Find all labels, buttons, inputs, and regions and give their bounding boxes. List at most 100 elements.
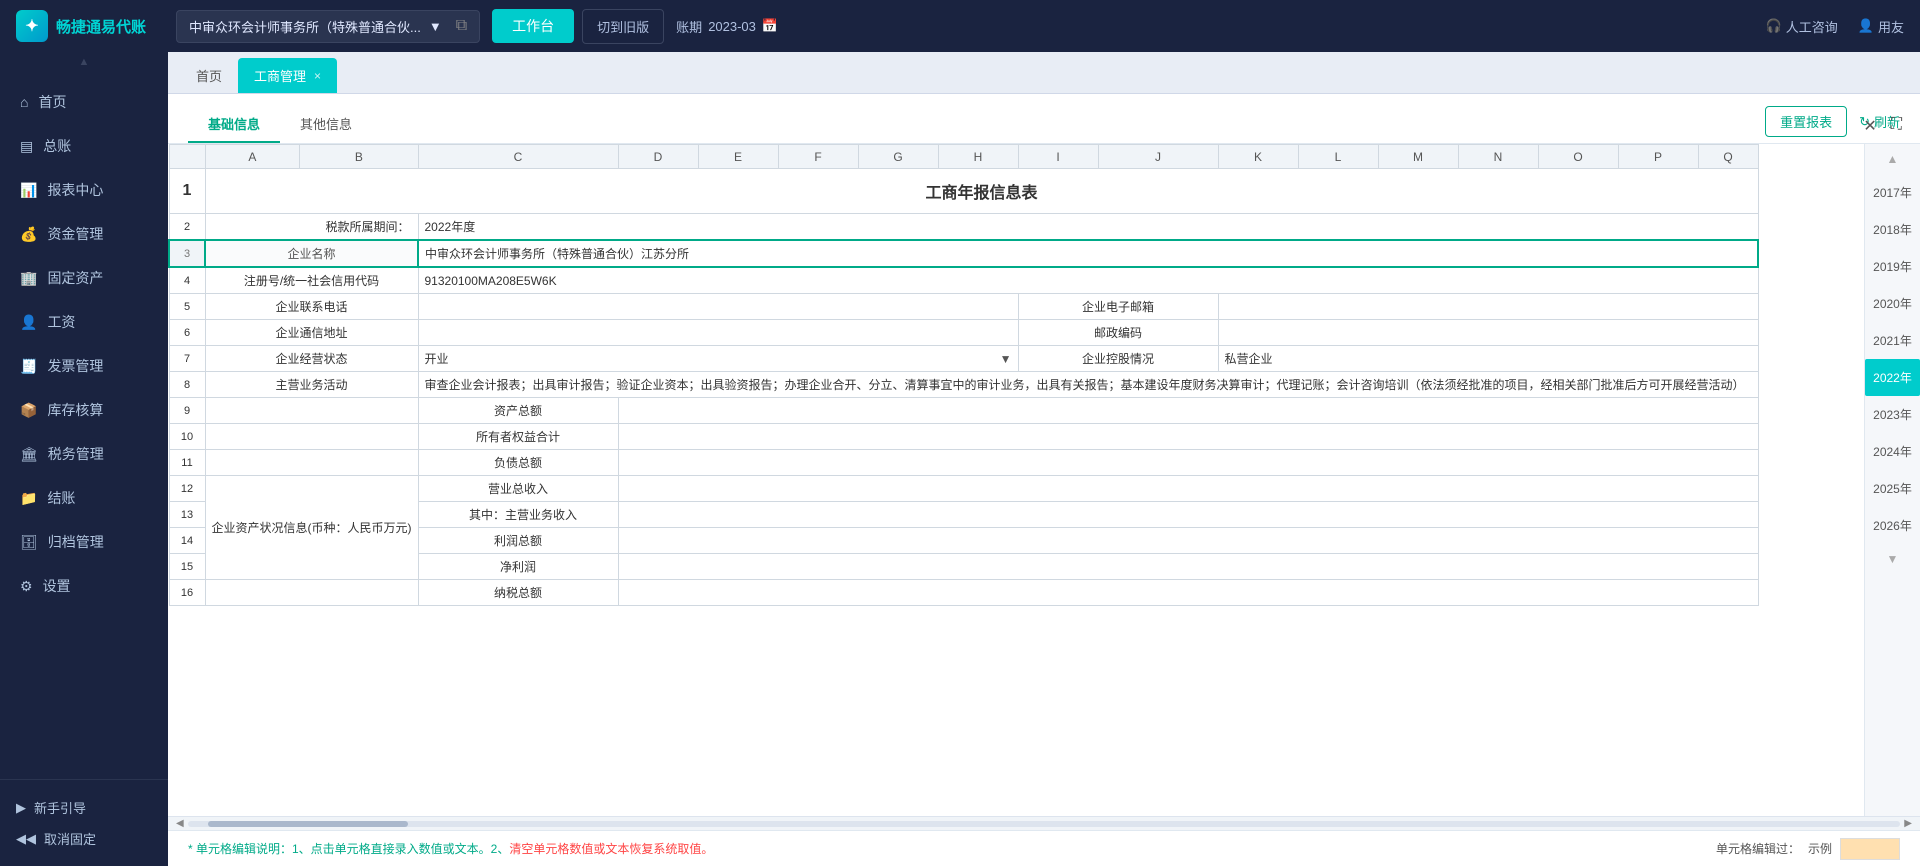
tab-business-mgmt[interactable]: 工商管理 × [238,58,337,93]
year-item-2023[interactable]: 2023年 [1865,396,1920,433]
spreadsheet-table: A B C D E F G H I J K L [168,144,1759,606]
status-dropdown-icon[interactable]: ▼ [1000,352,1012,366]
expand-window-button[interactable]: ⛶ [1885,114,1908,138]
scroll-track[interactable] [188,821,1901,827]
company-selector[interactable]: 中审众环会计师事务所（特殊普通合伙... ▼ ⧉ [176,10,480,43]
sidebar-label-tax-mgmt: 税务管理 [48,444,104,464]
year-item-2026[interactable]: 2026年 [1865,507,1920,544]
year-item-2025[interactable]: 2025年 [1865,470,1920,507]
bottom-scrollbar[interactable]: ◀ ▶ [168,816,1920,830]
row2-value[interactable]: 2022年度 [418,214,1758,241]
app-name: 畅捷通易代账 [56,16,146,37]
year-item-2024[interactable]: 2024年 [1865,433,1920,470]
close-window-button[interactable]: ✕ [1857,114,1882,138]
year-item-2017[interactable]: 2017年 [1865,174,1920,211]
general-ledger-icon: ▤ [20,138,33,155]
row3-value[interactable]: 中审众环会计师事务所（特殊普通合伙）江苏分所 [418,240,1758,267]
row10-equity-value[interactable] [618,424,1758,450]
year-down-arrow[interactable]: ▼ [1887,552,1899,566]
row9-asset-value[interactable] [618,398,1758,424]
window-controls: ✕ ⛶ [1845,104,1920,148]
row5-email-value[interactable] [1218,294,1758,320]
tab-bar: 首页 工商管理 × [168,52,1920,94]
reset-report-button[interactable]: 重置报表 [1765,106,1847,137]
row-num-8: 8 [169,372,205,398]
sidebar-item-general-ledger[interactable]: ▤ 总账 [0,124,168,168]
spreadsheet-container[interactable]: A B C D E F G H I J K L [168,144,1864,816]
sidebar-item-tax-mgmt[interactable]: 🏛 税务管理 [0,432,168,476]
sidebar-label-general-ledger: 总账 [43,136,71,156]
row7-status-value[interactable]: 开业 ▼ [418,346,1018,372]
back-icon: ◀◀ [16,831,36,847]
year-item-2022[interactable]: 2022年 [1865,359,1920,396]
year-item-2018[interactable]: 2018年 [1865,211,1920,248]
row-num-10: 10 [169,424,205,450]
col-header-q: Q [1698,145,1758,169]
period-value: 2023-03 [708,19,756,34]
row16-tax-value[interactable] [618,580,1758,606]
row7-holding-label: 企业控股情况 [1018,346,1218,372]
sidebar-item-invoice-mgmt[interactable]: 🧾 发票管理 [0,344,168,388]
row5-phone-value[interactable] [418,294,1018,320]
row15-net-profit-value[interactable] [618,554,1758,580]
row13-main-revenue-value[interactable] [618,502,1758,528]
cancel-fix-btn[interactable]: ◀◀ 取消固定 [16,823,152,854]
row6-address-value[interactable] [418,320,1018,346]
sub-tab-other-info[interactable]: 其他信息 [280,106,372,143]
report-icon: 📊 [20,182,37,199]
year-item-2019[interactable]: 2019年 [1865,248,1920,285]
row5-label: 企业联系电话 [205,294,418,320]
sidebar-item-settings[interactable]: ⚙ 设置 [0,564,168,608]
year-item-2021[interactable]: 2021年 [1865,322,1920,359]
sub-tab-basic-info[interactable]: 基础信息 [188,106,280,143]
col-header-d: D [618,145,698,169]
tab-label: 工商管理 [254,66,306,85]
tab-home[interactable]: 首页 [180,58,238,93]
sidebar-item-report-center[interactable]: 📊 报表中心 [0,168,168,212]
scroll-left-arrow[interactable]: ◀ [172,818,188,829]
main-layout: ▲ ⌂ 首页 ▤ 总账 📊 报表中心 💰 资金管理 🏢 固定资产 [0,52,1920,866]
sidebar-item-inventory[interactable]: 📦 库存核算 [0,388,168,432]
row7-holding-value[interactable]: 私营企业 [1218,346,1758,372]
row6-label: 企业通信地址 [205,320,418,346]
tab-close-button[interactable]: × [314,69,321,83]
scroll-right-arrow[interactable]: ▶ [1900,818,1916,829]
human-consult-btn[interactable]: 🎧 人工咨询 [1766,17,1838,36]
row6-postal-value[interactable] [1218,320,1758,346]
sidebar-item-archive[interactable]: 🗄 归档管理 [0,520,168,564]
old-version-button[interactable]: 切到旧版 [582,9,664,44]
row-num-7: 7 [169,346,205,372]
sidebar-label-inventory: 库存核算 [47,400,103,420]
sidebar-item-home[interactable]: ⌂ 首页 [0,80,168,124]
calendar-icon[interactable]: 📅 [762,18,778,34]
company-name-text: 中审众环会计师事务所（特殊普通合伙... [189,17,421,36]
headset-icon: 🎧 [1766,18,1782,34]
new-guide-btn[interactable]: ▶ 新手引导 [16,792,152,823]
row4-label: 注册号/统一社会信用代码 [205,267,418,294]
footer-hint: * 单元格编辑说明：1、点击单元格直接录入数值或文本。2、清空单元格数值或文本恢… [188,840,713,857]
sidebar-label-closing: 结账 [47,488,75,508]
content-area: ✕ ⛶ 首页 工商管理 × 基础信息 其他信息 重置报表 ↻ 刷新 [168,52,1920,866]
sidebar-item-closing[interactable]: 📁 结账 [0,476,168,520]
row11-liability-value[interactable] [618,450,1758,476]
row-num-9: 9 [169,398,205,424]
sidebar-item-payroll[interactable]: 👤 工资 [0,300,168,344]
row14-profit-value[interactable] [618,528,1758,554]
user-area[interactable]: 👤 用友 [1858,17,1904,36]
scroll-thumb[interactable] [208,821,408,827]
row-num-4: 4 [169,267,205,294]
workbench-button[interactable]: 工作台 [492,9,574,43]
top-header: ✦ 畅捷通易代账 中审众环会计师事务所（特殊普通合伙... ▼ ⧉ 工作台 切到… [0,0,1920,52]
row15-net-profit-label: 净利润 [418,554,618,580]
row4-value[interactable]: 91320100MA208E5W6K [418,267,1758,294]
sidebar-scroll-up[interactable]: ▲ [0,52,168,72]
home-icon: ⌂ [20,94,28,110]
table-row: 12 企业资产状况信息(币种：人民币万元) 营业总收入 [169,476,1758,502]
row12-revenue-value[interactable] [618,476,1758,502]
row8-value[interactable]: 审查企业会计报表；出具审计报告；验证企业资本；出具验资报告；办理企业合开、分立、… [418,372,1758,398]
sidebar-item-fixed-assets[interactable]: 🏢 固定资产 [0,256,168,300]
row11-label [205,450,418,476]
sidebar-item-fund-mgmt[interactable]: 💰 资金管理 [0,212,168,256]
year-up-arrow[interactable]: ▲ [1887,152,1899,166]
year-item-2020[interactable]: 2020年 [1865,285,1920,322]
